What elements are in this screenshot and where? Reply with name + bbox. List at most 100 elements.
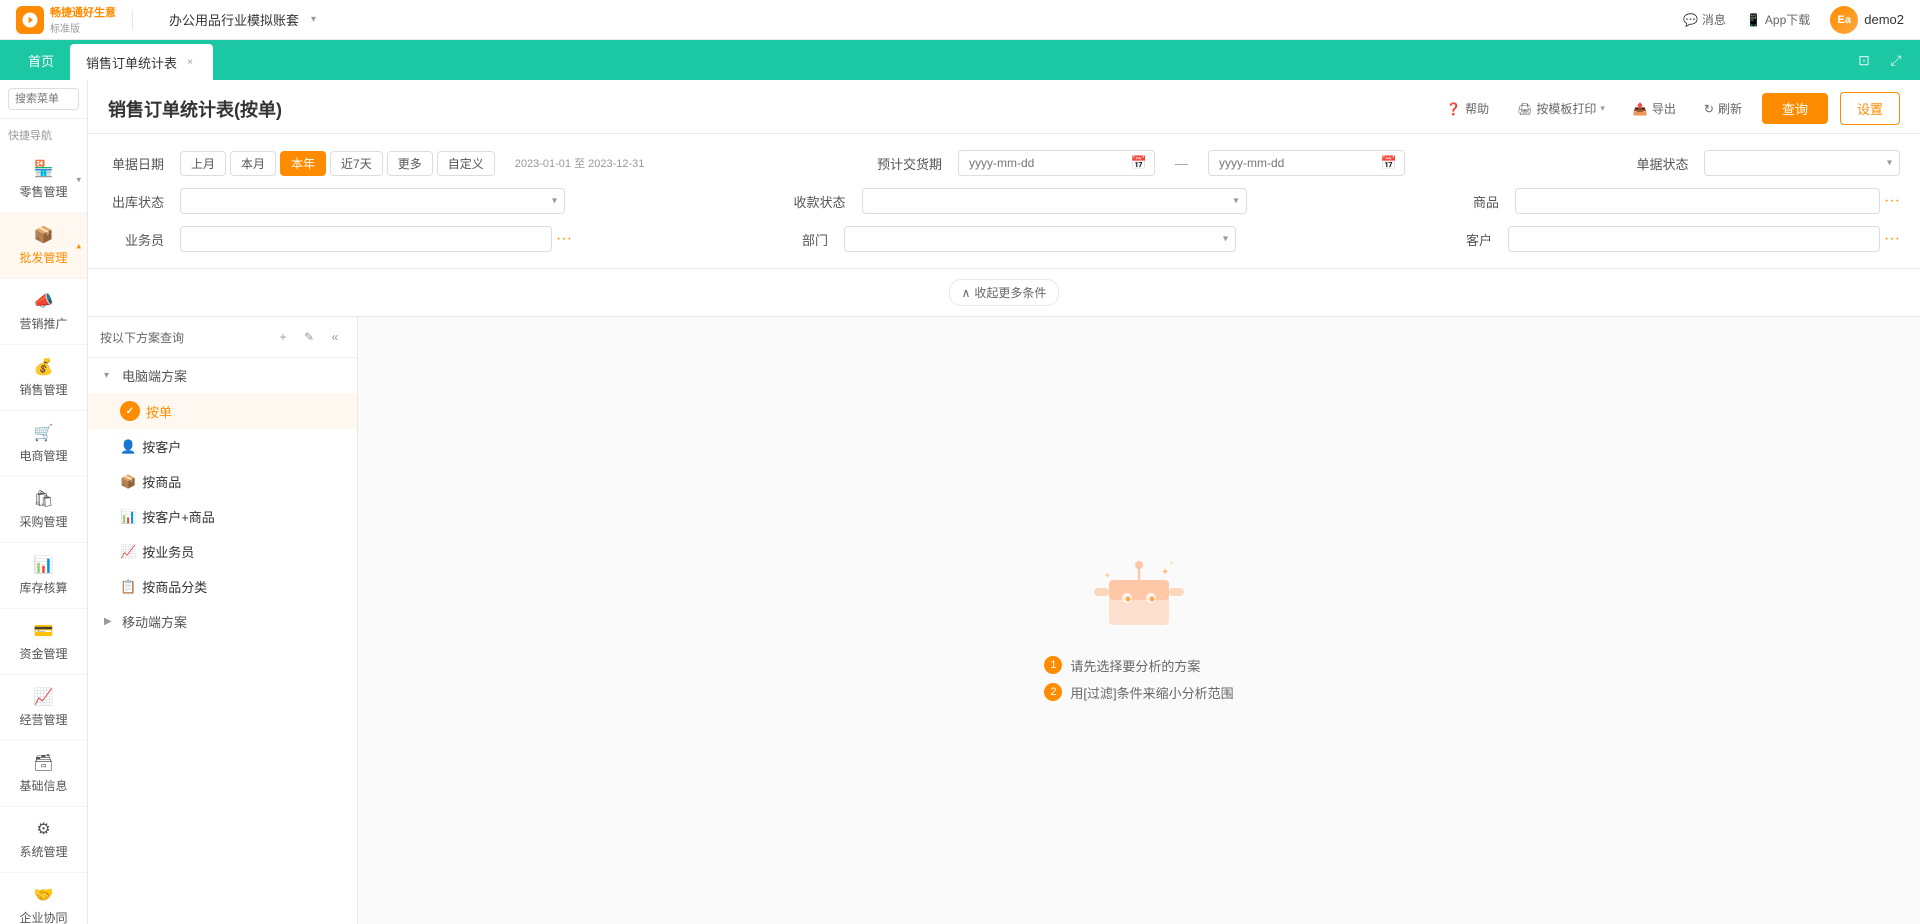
top-dropdown-icon[interactable]: ▾ <box>311 14 316 25</box>
print-icon: 🖨 <box>1517 102 1532 116</box>
payment-status-select[interactable] <box>862 188 1247 214</box>
wholesale-icon: 📦 <box>34 225 54 245</box>
logo-area: 畅捷通好生意 标准版 <box>16 4 116 35</box>
salesperson-dots-icon[interactable]: ··· <box>556 230 572 248</box>
sidebar-search-input[interactable] <box>8 88 79 110</box>
tree-item-by-salesperson[interactable]: 📈 按业务员 <box>88 534 357 569</box>
sidebar-item-marketing[interactable]: 📣 营销推广 <box>0 279 87 345</box>
edit-scheme-btn[interactable]: ✎ <box>299 327 319 347</box>
expected-date-end-input[interactable] <box>1208 150 1405 176</box>
basic-icon: 🗃 <box>33 753 53 773</box>
sidebar-item-ecommerce[interactable]: 🛒 电商管理 <box>0 411 87 477</box>
finance-icon: 💳 <box>34 621 54 641</box>
sidebar-item-finance[interactable]: 💳 资金管理 <box>0 609 87 675</box>
right-content: ✦ ✦ ✦ 1 请先选择要分析的方案 2 用[过滤]条件来缩小分析范围 <box>358 317 1920 924</box>
sidebar-item-sales[interactable]: 💰 销售管理 <box>0 345 87 411</box>
sidebar-item-inventory[interactable]: 📊 库存核算 <box>0 543 87 609</box>
customer-dots-icon[interactable]: ··· <box>1884 230 1900 248</box>
customer-label: 客户 <box>1464 230 1492 249</box>
tip-num-2: 2 <box>1044 683 1062 701</box>
expected-date-start-input[interactable] <box>958 150 1155 176</box>
retail-icon: 🏪 <box>34 159 54 179</box>
page-actions: ❓ 帮助 🖨 按模板打印 ▾ 📤 导出 ↻ 刷新 查询 设置 <box>1438 92 1900 125</box>
main-layout: 快捷导航 🏪 零售管理 ▾ 📦 批发管理 ▴ 📣 营销推广 💰 销售管理 🛒 电… <box>0 80 1920 924</box>
expected-date-end-wrap: 📅 <box>1208 150 1405 176</box>
ship-status-label: 出库状态 <box>108 192 164 211</box>
tree-item-by-salesperson-label: 按业务员 <box>142 542 194 561</box>
by-goods-icon: 📦 <box>120 474 136 490</box>
date-range-text: 2023-01-01 至 2023-12-31 <box>515 155 645 171</box>
sidebar-item-wholesale[interactable]: 📦 批发管理 ▴ <box>0 213 87 279</box>
date-btn-this-month[interactable]: 本月 <box>230 151 276 176</box>
sidebar-item-basic[interactable]: 🗃 基础信息 <box>0 741 87 807</box>
tab-home[interactable]: 首页 <box>12 40 70 80</box>
print-btn[interactable]: 🖨 按模板打印 ▾ <box>1509 96 1613 121</box>
help-icon: ❓ <box>1446 102 1461 116</box>
salesperson-input[interactable] <box>180 226 552 252</box>
tree-item-by-customer-goods-label: 按客户+商品 <box>142 507 215 526</box>
refresh-icon: ↻ <box>1704 102 1714 116</box>
retail-arrow: ▾ <box>76 174 81 185</box>
tree-item-by-customer-goods[interactable]: 📊 按客户+商品 <box>88 499 357 534</box>
customer-input[interactable] <box>1508 226 1880 252</box>
message-action[interactable]: 💬 消息 <box>1683 11 1726 28</box>
sidebar-item-corp[interactable]: 🤝 企业协同 <box>0 873 87 924</box>
department-select[interactable] <box>844 226 1236 252</box>
status-select-wrap: ▾ <box>1704 150 1900 176</box>
add-scheme-btn[interactable]: + <box>273 327 293 347</box>
date-btn-custom[interactable]: 自定义 <box>437 151 495 176</box>
logo-icon <box>16 6 44 34</box>
user-info[interactable]: Ea demo2 <box>1830 6 1904 34</box>
tree-item-by-customer[interactable]: 👤 按客户 <box>88 429 357 464</box>
date-btn-7days[interactable]: 近7天 <box>330 151 383 176</box>
tree-item-by-order[interactable]: ✓ 按单 <box>88 393 357 429</box>
department-select-wrap: ▾ <box>844 226 1236 252</box>
filter-panel: 单据日期 上月 本月 本年 近7天 更多 自定义 2023-01-01 至 20… <box>88 134 1920 269</box>
by-customer-icon: 👤 <box>120 439 136 455</box>
settings-btn[interactable]: 设置 <box>1840 92 1900 125</box>
left-panel-header: 按以下方案查询 + ✎ « <box>88 317 357 358</box>
app-download-action[interactable]: 📱 App下载 <box>1746 11 1810 28</box>
status-select[interactable] <box>1704 150 1900 176</box>
empty-tip-1: 1 请先选择要分析的方案 <box>1044 656 1233 675</box>
tab-maximize-btn[interactable]: ⤢ <box>1884 48 1908 72</box>
tree-section-desktop[interactable]: ▾ 电脑端方案 <box>88 358 357 393</box>
export-icon: 📤 <box>1633 102 1648 116</box>
tree-section-mobile[interactable]: ▶ 移动端方案 <box>88 604 357 639</box>
export-btn[interactable]: 📤 导出 <box>1625 96 1684 121</box>
tab-sales-order[interactable]: 销售订单统计表 × <box>70 44 213 80</box>
collapse-btn[interactable]: ∧ 收起更多条件 <box>949 279 1060 306</box>
date-btn-this-year[interactable]: 本年 <box>280 151 326 176</box>
collapse-up-icon: ∧ <box>962 286 971 300</box>
message-icon: 💬 <box>1683 13 1698 27</box>
goods-dots-icon[interactable]: ··· <box>1884 192 1900 210</box>
wholesale-arrow: ▴ <box>76 240 81 251</box>
tree-item-by-goods-category[interactable]: 📋 按商品分类 <box>88 569 357 604</box>
salesperson-label: 业务员 <box>108 230 164 249</box>
by-goods-category-icon: 📋 <box>120 579 136 595</box>
sidebar-item-operation[interactable]: 📈 经营管理 <box>0 675 87 741</box>
query-btn[interactable]: 查询 <box>1762 93 1828 124</box>
refresh-btn[interactable]: ↻ 刷新 <box>1696 96 1750 121</box>
by-customer-goods-icon: 📊 <box>120 509 136 525</box>
sidebar-item-retail[interactable]: 🏪 零售管理 ▾ <box>0 147 87 213</box>
ship-status-select[interactable] <box>180 188 565 214</box>
tree-item-by-goods[interactable]: 📦 按商品 <box>88 464 357 499</box>
tab-restore-btn[interactable]: ⊡ <box>1852 48 1876 72</box>
empty-state: ✦ ✦ ✦ 1 请先选择要分析的方案 2 用[过滤]条件来缩小分析范围 <box>1044 540 1233 702</box>
left-panel: 按以下方案查询 + ✎ « ▾ <box>88 317 358 924</box>
help-btn[interactable]: ❓ 帮助 <box>1438 96 1497 121</box>
goods-input[interactable] <box>1515 188 1880 214</box>
sidebar-item-purchase[interactable]: 🛍 采购管理 <box>0 477 87 543</box>
sidebar-item-system[interactable]: ⚙ 系统管理 <box>0 807 87 873</box>
filter-row-2: 出库状态 ▾ 收款状态 ▾ 商品 <box>108 188 1900 214</box>
tree-section-desktop-label: 电脑端方案 <box>122 366 187 385</box>
collapse-left-icon: « <box>332 330 339 344</box>
svg-text:✦: ✦ <box>1104 571 1111 580</box>
salesperson-input-wrap: ··· <box>180 226 572 252</box>
date-btn-last-month[interactable]: 上月 <box>180 151 226 176</box>
date-btn-more[interactable]: 更多 <box>387 151 433 176</box>
tab-close-icon[interactable]: × <box>183 55 197 69</box>
collapse-left-btn[interactable]: « <box>325 327 345 347</box>
collapse-row: ∧ 收起更多条件 <box>88 269 1920 317</box>
